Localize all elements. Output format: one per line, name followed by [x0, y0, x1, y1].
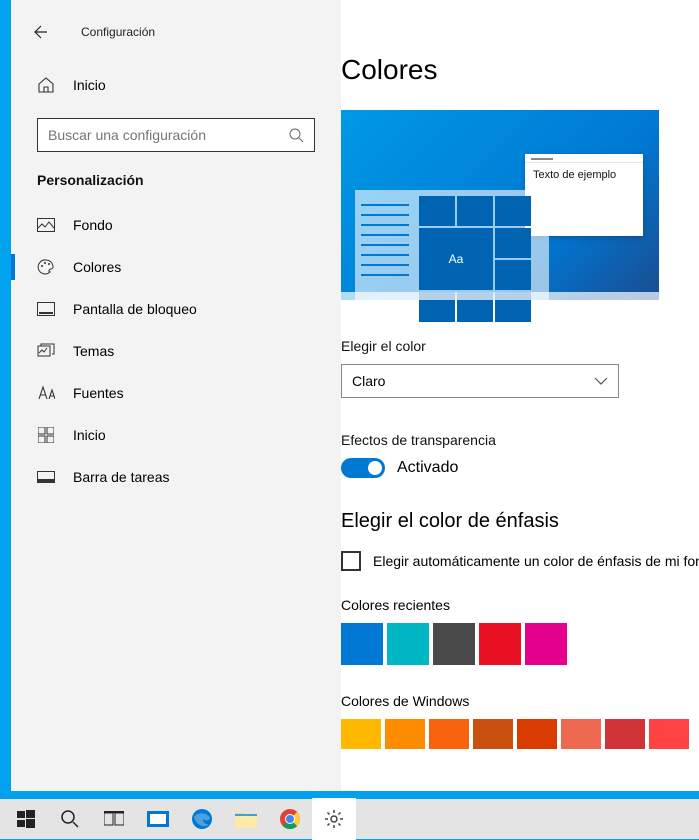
- toggle-state: Activado: [397, 459, 458, 477]
- color-swatch[interactable]: [387, 623, 429, 665]
- picture-icon: [37, 218, 55, 232]
- sidebar-item-fondo[interactable]: Fondo: [11, 204, 341, 246]
- taskbar-edge[interactable]: [180, 798, 224, 840]
- task-view-button[interactable]: [92, 798, 136, 840]
- color-swatch[interactable]: [433, 623, 475, 665]
- lockscreen-icon: [37, 302, 55, 316]
- app-icon: [147, 811, 169, 827]
- sidebar-item-taskbar[interactable]: Barra de tareas: [11, 456, 341, 498]
- nav-label: Colores: [73, 259, 121, 275]
- nav-label: Fuentes: [73, 385, 124, 401]
- taskbar-explorer[interactable]: [224, 798, 268, 840]
- search-input[interactable]: [48, 127, 288, 143]
- color-swatch[interactable]: [525, 623, 567, 665]
- back-arrow-icon: [33, 24, 49, 40]
- choose-color-label: Elegir el color: [341, 338, 699, 354]
- color-preview: Texto de ejemplo Aa: [341, 110, 659, 300]
- sidebar-item-inicio[interactable]: Inicio: [11, 414, 341, 456]
- windows-colors: [341, 719, 699, 749]
- taskbar-settings[interactable]: [312, 798, 356, 840]
- recent-colors-label: Colores recientes: [341, 597, 699, 613]
- chevron-down-icon: [594, 377, 608, 385]
- start-icon: [38, 427, 54, 443]
- chrome-icon: [279, 808, 301, 830]
- transparency-label: Efectos de transparencia: [341, 432, 699, 448]
- settings-window: Configuración Inicio Personalización Fon…: [11, 0, 699, 791]
- home-label: Inicio: [73, 77, 106, 93]
- color-swatch[interactable]: [605, 719, 645, 749]
- home-icon: [37, 76, 55, 94]
- sidebar: Configuración Inicio Personalización Fon…: [11, 0, 341, 791]
- recent-colors: [341, 623, 699, 665]
- windows-colors-label: Colores de Windows: [341, 693, 699, 709]
- home-nav[interactable]: Inicio: [11, 66, 341, 104]
- back-button[interactable]: [21, 16, 61, 48]
- page-title: Colores: [341, 54, 699, 110]
- start-button[interactable]: [4, 798, 48, 840]
- search-icon: [288, 127, 304, 143]
- color-swatch[interactable]: [649, 719, 689, 749]
- preview-aa-tile: Aa: [419, 228, 493, 290]
- sidebar-item-fuentes[interactable]: Fuentes: [11, 372, 341, 414]
- auto-accent-label: Elegir automáticamente un color de énfas…: [373, 553, 699, 569]
- sidebar-item-lockscreen[interactable]: Pantalla de bloqueo: [11, 288, 341, 330]
- sidebar-item-colores[interactable]: Colores: [11, 246, 341, 288]
- taskbar: [0, 797, 699, 839]
- sidebar-item-temas[interactable]: Temas: [11, 330, 341, 372]
- auto-accent-checkbox[interactable]: [341, 551, 361, 571]
- color-swatch[interactable]: [473, 719, 513, 749]
- section-header: Personalización: [11, 172, 341, 204]
- color-swatch[interactable]: [341, 719, 381, 749]
- title-bar: Configuración: [11, 16, 341, 66]
- color-swatch[interactable]: [429, 719, 469, 749]
- color-swatch[interactable]: [341, 623, 383, 665]
- color-swatch[interactable]: [517, 719, 557, 749]
- preview-sample-text: Texto de ejemplo: [525, 163, 643, 187]
- nav-label: Inicio: [73, 427, 106, 443]
- select-value: Claro: [352, 373, 385, 389]
- folder-icon: [235, 810, 257, 828]
- fonts-icon: [37, 385, 55, 401]
- taskbar-app-1[interactable]: [136, 798, 180, 840]
- accent-heading: Elegir el color de énfasis: [341, 510, 699, 533]
- color-swatch[interactable]: [479, 623, 521, 665]
- search-button[interactable]: [48, 798, 92, 840]
- palette-icon: [37, 258, 55, 276]
- edge-icon: [191, 808, 213, 830]
- nav-label: Temas: [73, 343, 114, 359]
- nav-label: Pantalla de bloqueo: [73, 301, 197, 317]
- taskbar-icon: [37, 471, 55, 483]
- color-swatch[interactable]: [561, 719, 601, 749]
- themes-icon: [37, 343, 55, 359]
- window-title: Configuración: [81, 25, 155, 39]
- search-icon: [60, 809, 80, 829]
- windows-icon: [17, 810, 35, 828]
- color-mode-select[interactable]: Claro: [341, 364, 619, 398]
- nav-label: Fondo: [73, 217, 113, 233]
- gear-icon: [324, 809, 344, 829]
- preview-start-menu: Aa: [355, 190, 549, 300]
- task-view-icon: [104, 811, 124, 827]
- taskbar-chrome[interactable]: [268, 798, 312, 840]
- transparency-toggle[interactable]: [341, 458, 385, 478]
- search-box[interactable]: [37, 118, 315, 152]
- nav-label: Barra de tareas: [73, 469, 170, 485]
- main-content: Colores Texto de ejemplo Aa: [341, 0, 699, 791]
- color-swatch[interactable]: [385, 719, 425, 749]
